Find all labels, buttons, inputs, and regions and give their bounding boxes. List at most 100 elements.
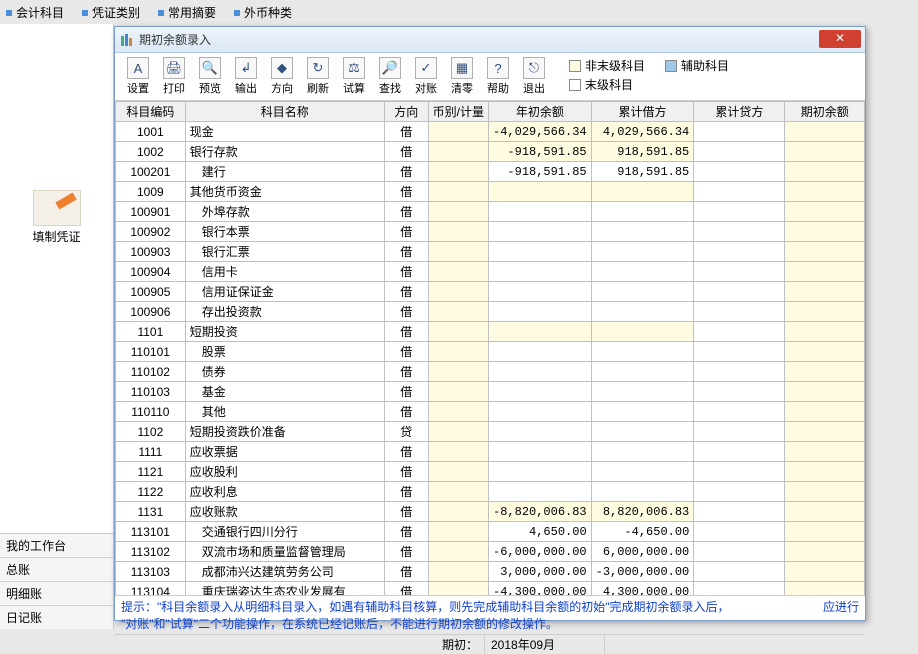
cell-debit-sum[interactable]: 918,591.85 [591,162,694,182]
column-header[interactable]: 方向 [384,102,428,122]
cell-period-begin[interactable] [785,542,865,562]
cell-name[interactable]: 信用证保证金 [185,282,384,302]
cell-period-begin[interactable] [785,422,865,442]
cell-credit-sum[interactable] [694,542,785,562]
cell-credit-sum[interactable] [694,122,785,142]
cell-code[interactable]: 113103 [116,562,186,582]
cell-currency[interactable] [428,142,488,162]
table-row[interactable]: 100902银行本票借 [116,222,865,242]
cell-name[interactable]: 银行汇票 [185,242,384,262]
cell-year-begin[interactable] [489,262,592,282]
cell-debit-sum[interactable] [591,302,694,322]
cell-direction[interactable]: 借 [384,502,428,522]
cell-period-begin[interactable] [785,502,865,522]
table-row[interactable]: 110103基金借 [116,382,865,402]
nav-item[interactable]: 我的工作台 [0,533,113,557]
table-row[interactable]: 113104重庆瑞姿达生态农业发展有借-4,300,000.004,300,00… [116,582,865,596]
cell-debit-sum[interactable] [591,342,694,362]
cell-direction[interactable]: 借 [384,362,428,382]
cell-direction[interactable]: 借 [384,542,428,562]
cell-credit-sum[interactable] [694,522,785,542]
cell-code[interactable]: 110110 [116,402,186,422]
toolbar-预览-button[interactable]: 🔍预览 [193,57,227,96]
cell-code[interactable]: 100904 [116,262,186,282]
cell-code[interactable]: 1121 [116,462,186,482]
toolbar-退出-button[interactable]: ⎋退出 [517,57,551,96]
toolbar-查找-button[interactable]: 🔎查找 [373,57,407,96]
top-tab[interactable]: 外币种类 [234,4,292,21]
cell-currency[interactable] [428,522,488,542]
cell-year-begin[interactable] [489,462,592,482]
cell-credit-sum[interactable] [694,402,785,422]
cell-name[interactable]: 债券 [185,362,384,382]
cell-credit-sum[interactable] [694,302,785,322]
cell-year-begin[interactable] [489,302,592,322]
cell-debit-sum[interactable]: 8,820,006.83 [591,502,694,522]
cell-debit-sum[interactable] [591,202,694,222]
column-header[interactable]: 币别/计量 [428,102,488,122]
cell-direction[interactable]: 借 [384,522,428,542]
voucher-entry-shortcut[interactable]: 填制凭证 [0,184,113,251]
cell-currency[interactable] [428,222,488,242]
nav-item[interactable]: 日记账 [0,605,113,629]
cell-year-begin[interactable] [489,242,592,262]
cell-name[interactable]: 应收账款 [185,502,384,522]
cell-debit-sum[interactable]: 918,591.85 [591,142,694,162]
cell-code[interactable]: 1009 [116,182,186,202]
toolbar-打印-button[interactable]: 🖨打印 [157,57,191,96]
cell-code[interactable]: 1002 [116,142,186,162]
cell-currency[interactable] [428,182,488,202]
cell-debit-sum[interactable] [591,362,694,382]
cell-period-begin[interactable] [785,322,865,342]
cell-code[interactable]: 100906 [116,302,186,322]
cell-debit-sum[interactable] [591,382,694,402]
cell-debit-sum[interactable]: -4,650.00 [591,522,694,542]
cell-direction[interactable]: 借 [384,482,428,502]
cell-period-begin[interactable] [785,562,865,582]
cell-debit-sum[interactable] [591,442,694,462]
cell-period-begin[interactable] [785,402,865,422]
cell-currency[interactable] [428,122,488,142]
table-row[interactable]: 1101短期投资借 [116,322,865,342]
column-header[interactable]: 累计借方 [591,102,694,122]
cell-period-begin[interactable] [785,522,865,542]
cell-direction[interactable]: 借 [384,302,428,322]
cell-direction[interactable]: 借 [384,402,428,422]
cell-period-begin[interactable] [785,142,865,162]
cell-code[interactable]: 113104 [116,582,186,596]
table-row[interactable]: 110110其他借 [116,402,865,422]
cell-code[interactable]: 1131 [116,502,186,522]
cell-currency[interactable] [428,362,488,382]
cell-credit-sum[interactable] [694,262,785,282]
cell-period-begin[interactable] [785,462,865,482]
cell-name[interactable]: 建行 [185,162,384,182]
cell-debit-sum[interactable] [591,422,694,442]
cell-name[interactable]: 应收股利 [185,462,384,482]
cell-currency[interactable] [428,542,488,562]
cell-credit-sum[interactable] [694,582,785,596]
table-row[interactable]: 100906存出投资款借 [116,302,865,322]
cell-debit-sum[interactable] [591,322,694,342]
cell-debit-sum[interactable] [591,242,694,262]
cell-direction[interactable]: 借 [384,262,428,282]
cell-period-begin[interactable] [785,182,865,202]
table-row[interactable]: 1111应收票据借 [116,442,865,462]
cell-year-begin[interactable] [489,342,592,362]
cell-debit-sum[interactable] [591,482,694,502]
cell-name[interactable]: 存出投资款 [185,302,384,322]
cell-code[interactable]: 100902 [116,222,186,242]
cell-name[interactable]: 应收票据 [185,442,384,462]
cell-period-begin[interactable] [785,282,865,302]
cell-name[interactable]: 基金 [185,382,384,402]
table-row[interactable]: 1121应收股利借 [116,462,865,482]
cell-direction[interactable]: 借 [384,342,428,362]
cell-currency[interactable] [428,422,488,442]
toolbar-方向-button[interactable]: ◆方向 [265,57,299,96]
cell-credit-sum[interactable] [694,562,785,582]
cell-debit-sum[interactable] [591,262,694,282]
cell-direction[interactable]: 借 [384,182,428,202]
cell-direction[interactable]: 借 [384,202,428,222]
cell-period-begin[interactable] [785,202,865,222]
cell-direction[interactable]: 借 [384,122,428,142]
table-row[interactable]: 1102短期投资跌价准备贷 [116,422,865,442]
